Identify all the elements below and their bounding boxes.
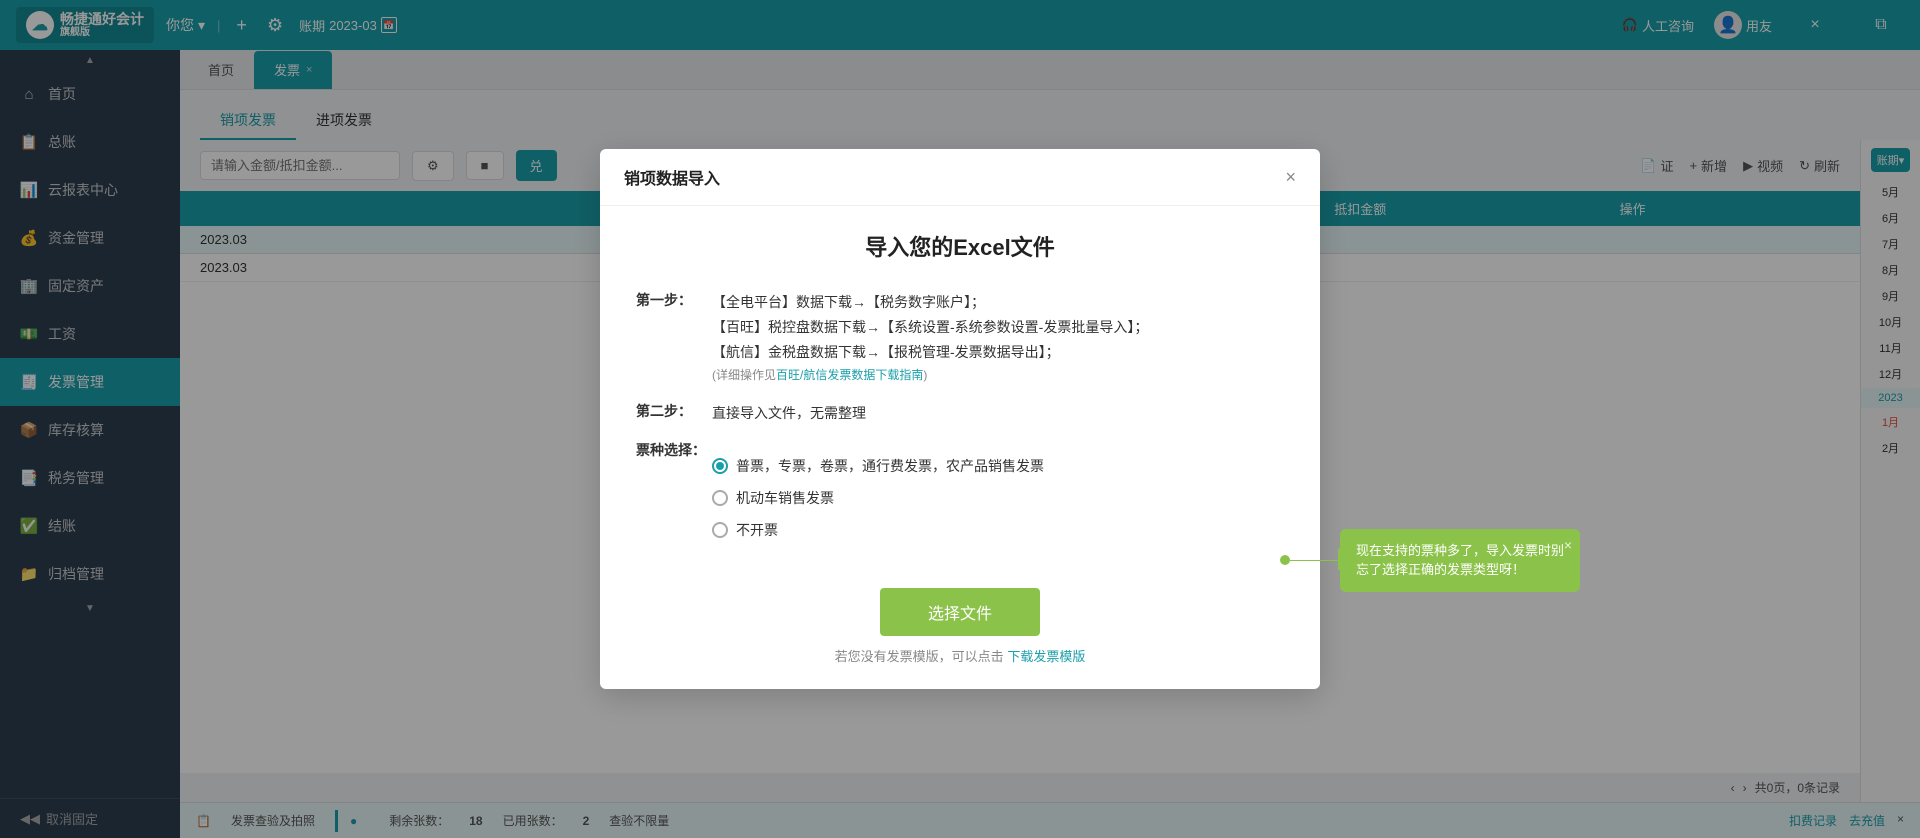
modal-footer-note: 若您没有发票模版，可以点击 下载发票模版 <box>636 646 1284 665</box>
select-file-button[interactable]: 选择文件 <box>880 588 1040 636</box>
tooltip-dot <box>1280 555 1290 565</box>
modal-close-button[interactable]: × <box>1285 168 1296 186</box>
radio-circle-normal <box>712 458 728 474</box>
guide-link[interactable]: 百旺/航信发票数据下载指南 <box>776 368 923 382</box>
modal-btn-row: 选择文件 <box>636 588 1284 636</box>
step1-label: 第一步： <box>636 290 706 310</box>
radio-circle-none <box>712 522 728 538</box>
step1-content: 【全电平台】数据下载→【税务数字账户】； 【百旺】税控盘数据下载→【系统设置-系… <box>712 290 1284 387</box>
modal-title: 销项数据导入 <box>624 165 720 189</box>
modal-body: 导入您的Excel文件 第一步： 【全电平台】数据下载→【税务数字账户】； 【百… <box>600 206 1320 689</box>
ticket-label: 票种选择： <box>636 440 706 460</box>
modal-overlay: 销项数据导入 × 导入您的Excel文件 第一步： 【全电平台】数据下载→【税务… <box>0 0 1920 838</box>
step2-row: 第二步： 直接导入文件，无需整理 <box>636 401 1284 426</box>
radio-vehicle[interactable]: 机动车销售发票 <box>712 488 1044 508</box>
modal-header: 销项数据导入 × <box>600 149 1320 206</box>
download-template-link[interactable]: 下载发票模版 <box>1007 649 1085 664</box>
radio-normal[interactable]: 普票，专票，卷票，通行费发票，农产品销售发票 <box>712 456 1044 476</box>
modal-main-title: 导入您的Excel文件 <box>636 230 1284 262</box>
step1-row: 第一步： 【全电平台】数据下载→【税务数字账户】； 【百旺】税控盘数据下载→【系… <box>636 290 1284 387</box>
step2-label: 第二步： <box>636 401 706 421</box>
tooltip-container: × 现在支持的票种多了，导入发票时别忘了选择正确的发票类型呀！ <box>1280 529 1580 592</box>
step1-hint: (详细操作见百旺/航信发票数据下载指南) <box>712 365 1284 387</box>
tooltip-bubble: × 现在支持的票种多了，导入发票时别忘了选择正确的发票类型呀！ <box>1340 529 1580 592</box>
radio-group: 普票，专票，卷票，通行费发票，农产品销售发票 机动车销售发票 不开票 <box>712 456 1044 552</box>
radio-circle-vehicle <box>712 490 728 506</box>
radio-none[interactable]: 不开票 <box>712 520 1044 540</box>
ticket-row: 票种选择： 普票，专票，卷票，通行费发票，农产品销售发票 机动车销售发票 不开票 <box>636 440 1284 568</box>
tooltip-line <box>1290 560 1340 561</box>
import-modal: 销项数据导入 × 导入您的Excel文件 第一步： 【全电平台】数据下载→【税务… <box>600 149 1320 689</box>
tooltip-close-button[interactable]: × <box>1564 535 1572 556</box>
step2-content: 直接导入文件，无需整理 <box>712 401 1284 426</box>
